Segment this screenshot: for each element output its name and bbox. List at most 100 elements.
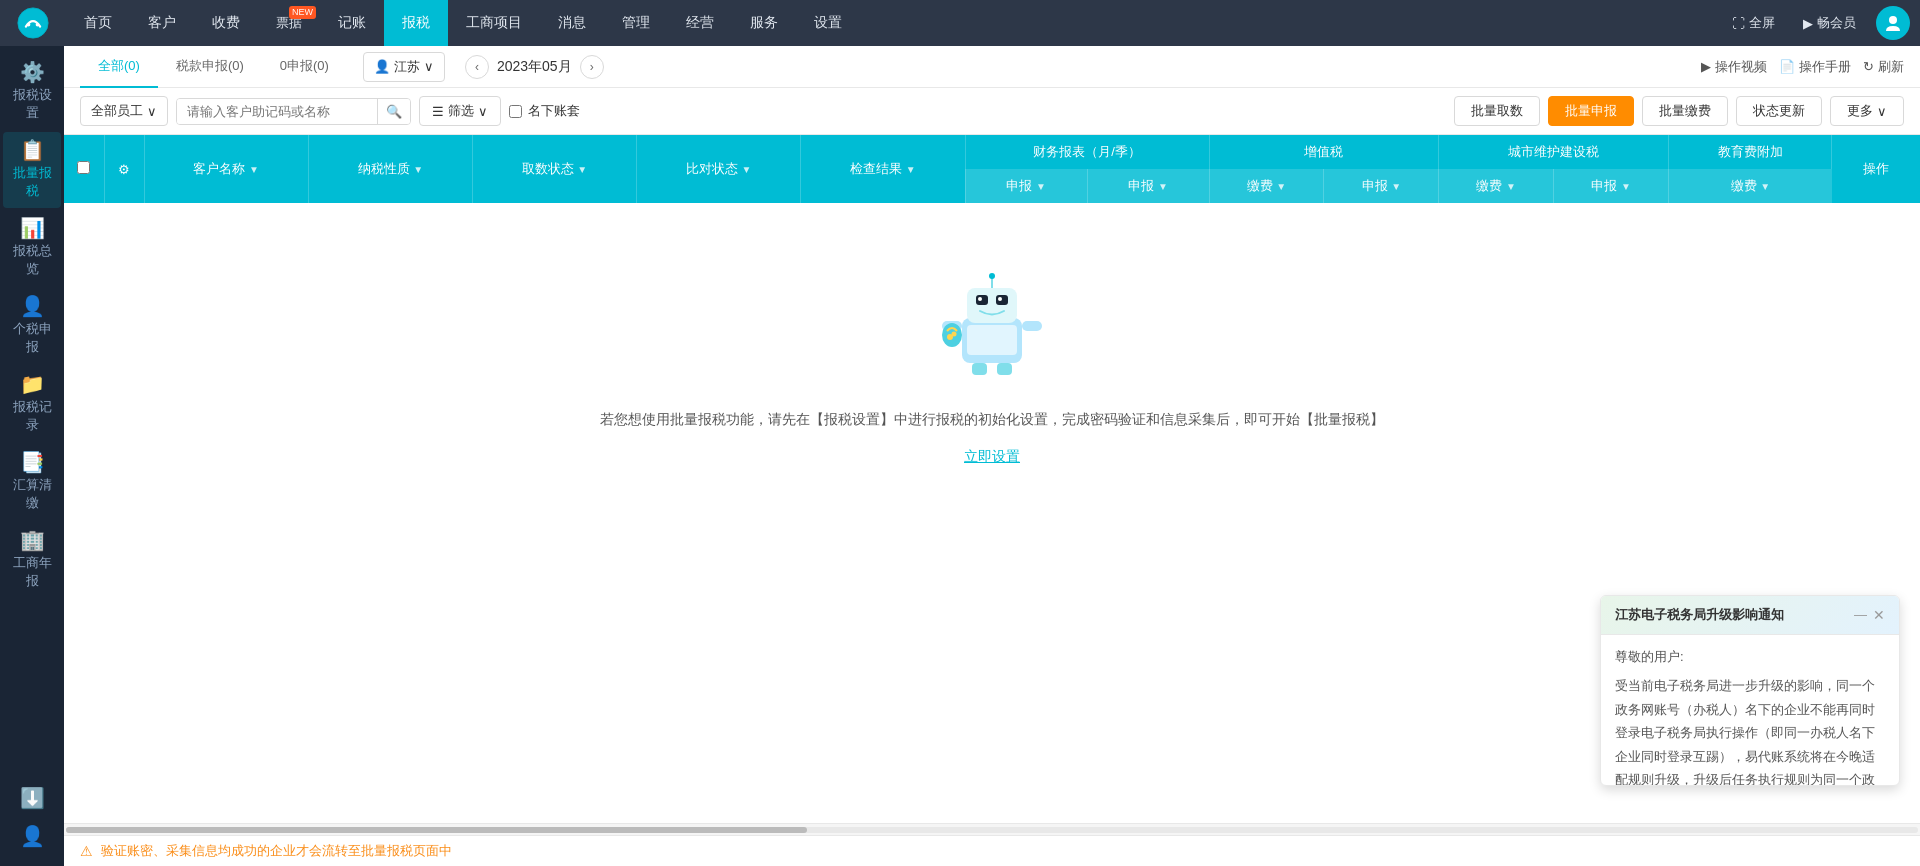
tab-zero-declare[interactable]: 0申报(0) (262, 46, 347, 88)
manual-link[interactable]: 📄 操作手册 (1779, 58, 1851, 76)
sidebar-item-download[interactable]: ⬇️ (3, 780, 61, 816)
bottom-bar-text: 验证账密、采集信息均成功的企业才会流转至批量报税页面中 (101, 842, 452, 860)
empty-state: 若您想使用批量报税功能，请先在【报税设置】中进行报税的初始化设置，完成密码验证和… (64, 203, 1920, 526)
status-update-button[interactable]: 状态更新 (1736, 96, 1822, 126)
empty-state-text: 若您想使用批量报税功能，请先在【报税设置】中进行报税的初始化设置，完成密码验证和… (600, 407, 1384, 432)
filter-icon: ☰ (432, 104, 444, 119)
th-edu-pay: 缴费 ▼ (1669, 169, 1832, 203)
nav-service[interactable]: 服务 (732, 0, 796, 46)
batch-pay-button[interactable]: 批量缴费 (1642, 96, 1728, 126)
nav-management[interactable]: 管理 (604, 0, 668, 46)
nav-tax[interactable]: 报税 (384, 0, 448, 46)
search-input[interactable] (177, 99, 377, 124)
refresh-button[interactable]: ↻ 刷新 (1863, 58, 1904, 76)
region-icon: 👤 (374, 59, 390, 74)
filter-sub-4[interactable]: ▼ (1391, 181, 1401, 192)
manual-icon: 📄 (1779, 59, 1795, 74)
member-button[interactable]: ▶ 畅会员 (1795, 10, 1864, 36)
svg-point-2 (36, 23, 40, 27)
account-checkbox[interactable] (509, 105, 522, 118)
th-check-result: 检查结果 ▼ (801, 135, 965, 203)
select-all-checkbox[interactable] (77, 161, 90, 174)
nav-home[interactable]: 首页 (66, 0, 130, 46)
sidebar-item-annual-settlement[interactable]: 📑 汇算清缴 (3, 444, 61, 520)
tab-all[interactable]: 全部(0) (80, 46, 158, 88)
th-compare-status: 比对状态 ▼ (637, 135, 801, 203)
employee-select[interactable]: 全部员工 ∨ (80, 96, 168, 126)
filter-icon-check[interactable]: ▼ (906, 164, 916, 175)
nav-operations[interactable]: 经营 (668, 0, 732, 46)
toolbar: 全部员工 ∨ 🔍 ☰ 筛选 ∨ 名下账套 批量取数 批量申报 批 (64, 88, 1920, 135)
nav-billing[interactable]: 收费 (194, 0, 258, 46)
tabs-bar: 全部(0) 税款申报(0) 0申报(0) 👤 江苏 ∨ ‹ 2023年05月 ›… (64, 46, 1920, 88)
video-icon: ▶ (1701, 59, 1711, 74)
app-logo[interactable] (10, 0, 56, 46)
filter-sub-7[interactable]: ▼ (1760, 181, 1770, 192)
filter-icon-fetch[interactable]: ▼ (577, 164, 587, 175)
video-link[interactable]: ▶ 操作视频 (1701, 58, 1767, 76)
svg-point-3 (1889, 16, 1897, 24)
empty-state-link[interactable]: 立即设置 (964, 448, 1020, 466)
svg-point-1 (27, 23, 31, 27)
filter-icon-customer[interactable]: ▼ (249, 164, 259, 175)
th-city-pay: 缴费 ▼ (1439, 169, 1554, 203)
th-city-declare: 申报 ▼ (1324, 169, 1439, 203)
tab-tax-declare[interactable]: 税款申报(0) (158, 46, 262, 88)
batch-declare-button[interactable]: 批量申报 (1548, 96, 1634, 126)
batch-fetch-button[interactable]: 批量取数 (1454, 96, 1540, 126)
th-financial-report: 财务报表（月/季） (965, 135, 1209, 169)
sidebar-item-tax-records[interactable]: 📁 报税记录 (3, 366, 61, 442)
fullscreen-button[interactable]: ⛶ 全屏 (1724, 10, 1783, 36)
svg-point-10 (998, 297, 1002, 301)
region-dropdown[interactable]: 👤 江苏 ∨ (363, 52, 445, 82)
notification-text: 尊敬的用户: (1615, 645, 1885, 668)
notification-close-button[interactable]: ✕ (1873, 607, 1885, 623)
filter-sub-3[interactable]: ▼ (1276, 181, 1286, 192)
filter-icon-tax-type[interactable]: ▼ (413, 164, 423, 175)
data-table: ⚙ 客户名称 ▼ 纳税性质 ▼ 取数状态 ▼ (64, 135, 1920, 203)
svg-rect-5 (967, 325, 1017, 355)
svg-rect-7 (976, 295, 988, 305)
scrollbar-track (66, 827, 1918, 833)
next-month-button[interactable]: › (580, 55, 604, 79)
sidebar-item-personal-tax[interactable]: 👤 个税申报 (3, 288, 61, 364)
th-vat-pay: 缴费 ▼ (1209, 169, 1324, 203)
search-button[interactable]: 🔍 (377, 99, 410, 124)
horizontal-scrollbar[interactable] (64, 823, 1920, 835)
filter-sub-1[interactable]: ▼ (1036, 181, 1046, 192)
scrollbar-thumb[interactable] (66, 827, 807, 833)
nav-invoice[interactable]: 票据 NEW (258, 0, 320, 46)
filter-icon-compare[interactable]: ▼ (742, 164, 752, 175)
sidebar-item-batch-tax[interactable]: 📋 批量报税 (3, 132, 61, 208)
account-checkbox-label[interactable]: 名下账套 (509, 102, 580, 120)
sidebar-item-annual-report[interactable]: 🏢 工商年报 (3, 522, 61, 598)
filter-sub-6[interactable]: ▼ (1621, 181, 1631, 192)
nav-bookkeeping[interactable]: 记账 (320, 0, 384, 46)
nav-business[interactable]: 工商项目 (448, 0, 540, 46)
filter-button[interactable]: ☰ 筛选 ∨ (419, 96, 501, 126)
more-button[interactable]: 更多 ∨ (1830, 96, 1904, 126)
notification-content: 受当前电子税务局进一步升级的影响，同一个政务网账号（办税人）名下的企业不能再同时… (1615, 674, 1885, 785)
svg-point-9 (978, 297, 982, 301)
filter-sub-5[interactable]: ▼ (1506, 181, 1516, 192)
fullscreen-icon: ⛶ (1732, 16, 1745, 31)
svg-point-17 (952, 332, 957, 337)
tax-records-icon: 📁 (20, 374, 45, 394)
sidebar-item-tax-settings[interactable]: ⚙️ 报税设置 (3, 54, 61, 130)
filter-chevron-icon: ∨ (478, 104, 488, 119)
nav-message[interactable]: 消息 (540, 0, 604, 46)
prev-month-button[interactable]: ‹ (465, 55, 489, 79)
nav-customer[interactable]: 客户 (130, 0, 194, 46)
settings-icon[interactable]: ⚙ (118, 162, 130, 177)
tax-settings-icon: ⚙️ (20, 62, 45, 82)
new-badge: NEW (289, 6, 316, 19)
minimize-icon[interactable]: — (1854, 607, 1867, 623)
sidebar-item-tax-overview[interactable]: 📊 报税总览 (3, 210, 61, 286)
svg-rect-8 (996, 295, 1008, 305)
search-wrap: 🔍 (176, 98, 411, 125)
sidebar-item-user[interactable]: 👤 (3, 818, 61, 854)
user-avatar[interactable] (1876, 6, 1910, 40)
nav-settings[interactable]: 设置 (796, 0, 860, 46)
filter-sub-2[interactable]: ▼ (1158, 181, 1168, 192)
th-edu-declare: 申报 ▼ (1554, 169, 1669, 203)
